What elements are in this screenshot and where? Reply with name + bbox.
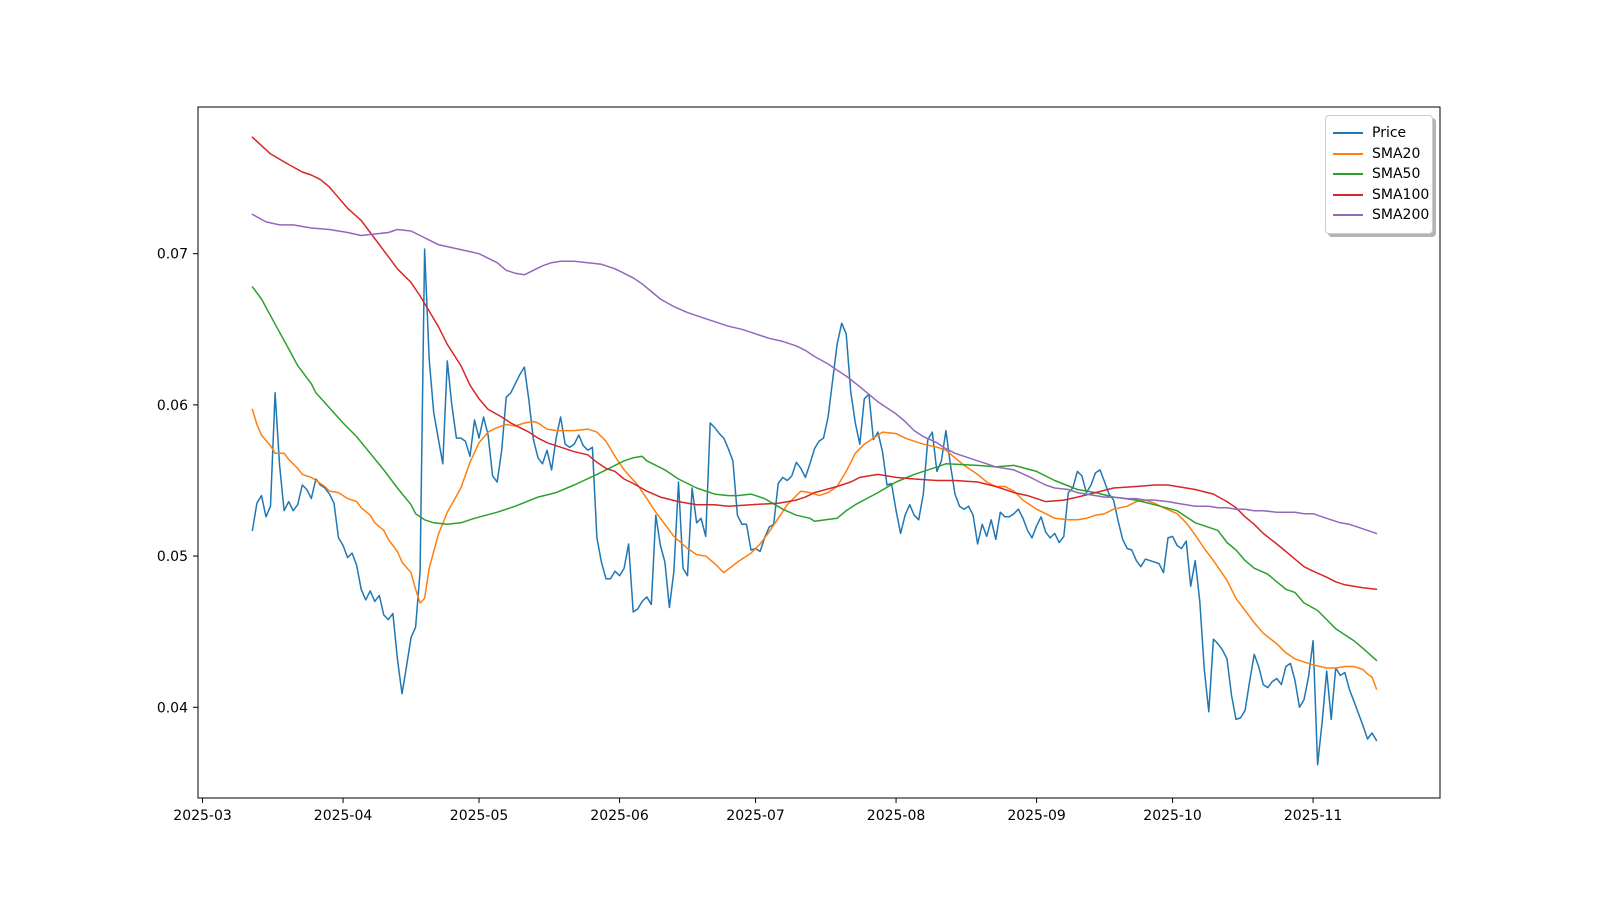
y-tick-label: 0.04 [157, 700, 188, 716]
legend-label: Price [1372, 125, 1407, 142]
legend-line-swatch-sma100 [1333, 193, 1363, 196]
x-tick-label: 2025-08 [867, 808, 926, 824]
x-tick-label: 2025-09 [1007, 808, 1066, 824]
legend-label: SMA50 [1372, 166, 1421, 183]
x-tick-label: 2025-10 [1143, 808, 1202, 824]
legend-label: SMA100 [1372, 186, 1430, 203]
legend-item-sma20: SMA20 [1333, 144, 1424, 165]
legend-item-sma50: SMA50 [1333, 164, 1424, 185]
x-tick-label: 2025-05 [450, 808, 509, 824]
x-tick-label: 2025-04 [314, 808, 373, 824]
legend-item-price: Price [1333, 123, 1424, 144]
figure: 2025-03 2025-04 2025-05 2025-06 2025-07 2025-… [0, 0, 1600, 900]
legend-line-swatch-sma200 [1333, 214, 1363, 217]
y-tick-label: 0.07 [157, 247, 188, 263]
y-tick-label: 0.05 [157, 549, 188, 565]
legend-line-swatch-sma50 [1333, 173, 1363, 176]
y-tick-label: 0.06 [157, 398, 188, 414]
x-tick-label: 2025-11 [1284, 808, 1343, 824]
legend-item-sma200: SMA200 [1333, 205, 1429, 226]
legend: Price SMA20 SMA50 SMA100 SMA200 [1325, 115, 1433, 234]
x-tick-label: 2025-06 [590, 808, 649, 824]
legend-item-sma100: SMA100 [1333, 185, 1429, 206]
legend-line-swatch-price [1333, 132, 1363, 135]
x-tick-label: 2025-03 [173, 808, 232, 824]
legend-line-swatch-sma20 [1333, 152, 1363, 155]
legend-label: SMA200 [1372, 207, 1430, 224]
legend-label: SMA20 [1372, 145, 1421, 162]
x-tick-label: 2025-07 [726, 808, 785, 824]
